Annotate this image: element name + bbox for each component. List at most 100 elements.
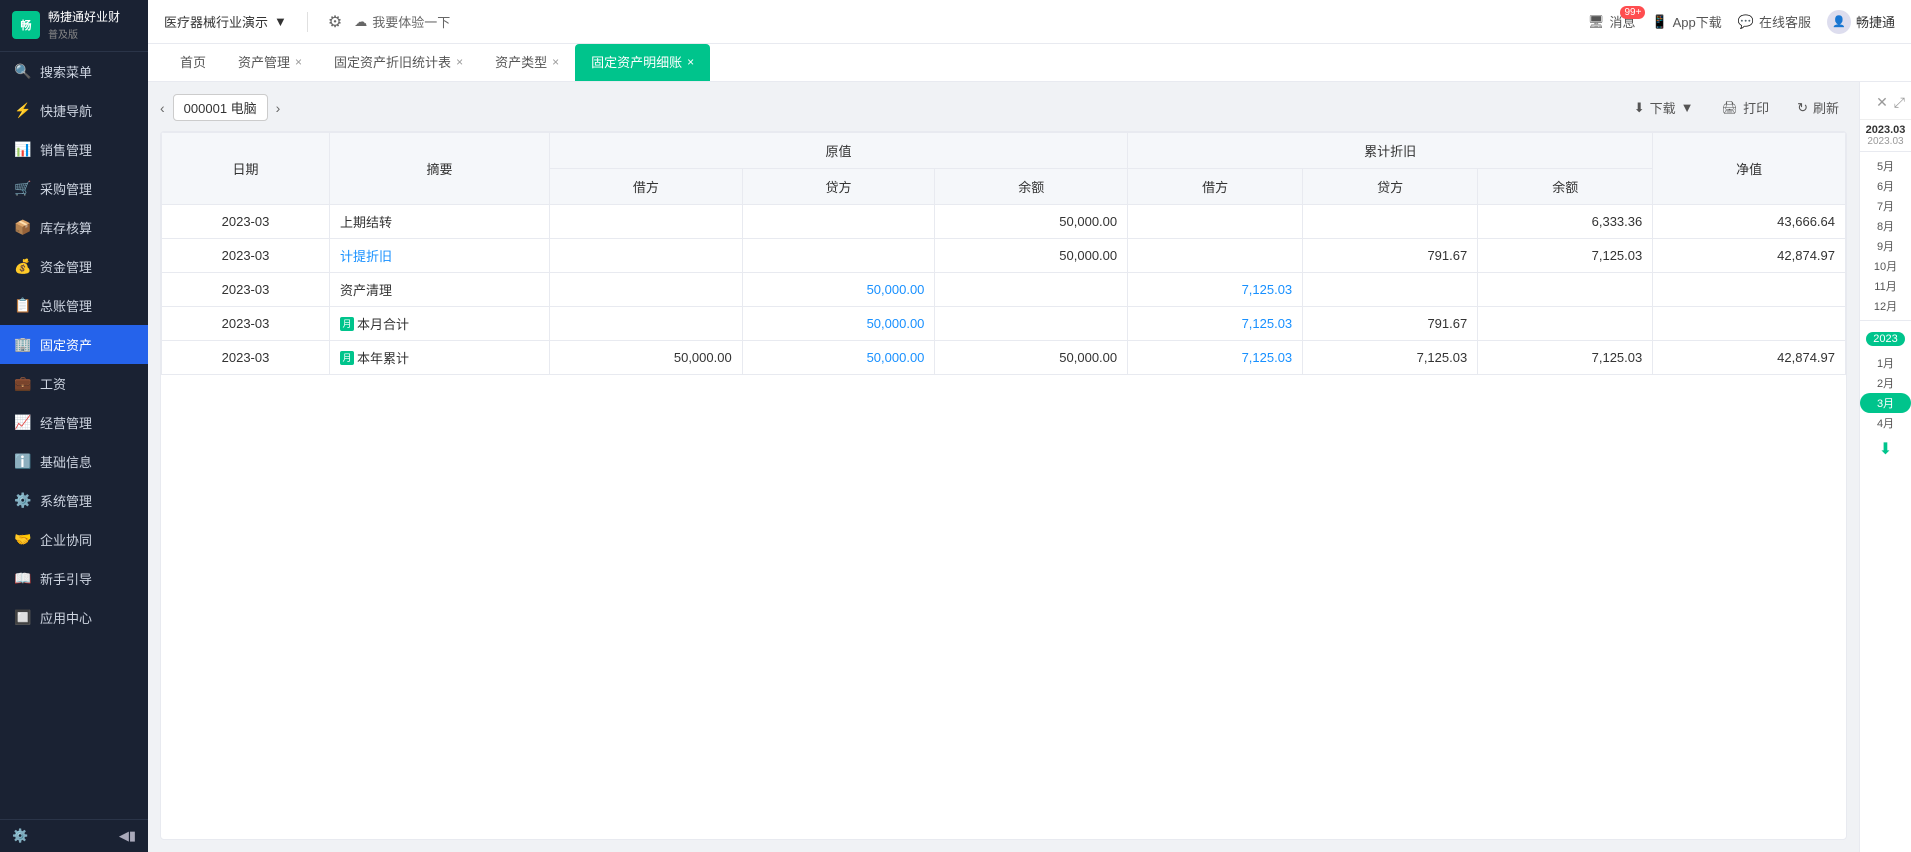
tab-depreciation[interactable]: 固定资产折旧统计表 × xyxy=(318,44,479,81)
data-table: 日期 摘要 原值 累计折旧 净值 借方 贷方 余额 借方 贷方 余额 xyxy=(161,132,1846,375)
main-content: ‹ 000001 电脑 › ⬇ 下载 ▼ 🖨 打印 ↻ xyxy=(148,82,1859,852)
table-cell: 43,666.64 xyxy=(1653,205,1846,239)
panel-expand-button[interactable]: ⤢ xyxy=(1894,94,1905,111)
tab-fixed-asset-detail-close[interactable]: × xyxy=(687,55,694,69)
rp-divider xyxy=(1860,320,1911,321)
sidebar-item-fixed-assets[interactable]: 🏢 固定资产 xyxy=(0,325,148,364)
sidebar-item-operations-label: 经营管理 xyxy=(40,413,92,432)
col-accum-balance: 余额 xyxy=(1478,169,1653,205)
print-label: 打印 xyxy=(1743,98,1769,117)
rp-month-7[interactable]: 7月 xyxy=(1860,196,1911,216)
rp-month-1[interactable]: 1月 xyxy=(1860,353,1911,373)
asset-next-button[interactable]: › xyxy=(276,100,281,116)
messages-button[interactable]: 🖥 消息 99+ xyxy=(1588,12,1636,31)
rp-month-4[interactable]: 4月 xyxy=(1860,413,1911,433)
col-accum-debit: 借方 xyxy=(1128,169,1303,205)
sidebar-item-guide[interactable]: 📖 新手引导 xyxy=(0,559,148,598)
col-net-value: 净值 xyxy=(1653,133,1846,205)
refresh-button[interactable]: ↻ 刷新 xyxy=(1789,94,1847,121)
panel-close-button[interactable]: ✕ xyxy=(1876,94,1888,111)
sidebar-item-inventory[interactable]: 📦 库存核算 xyxy=(0,208,148,247)
rp-month-11[interactable]: 11月 xyxy=(1860,276,1911,296)
sidebar-item-purchase[interactable]: 🛒 采购管理 xyxy=(0,169,148,208)
right-panel: ✕ ⤢ 2023.03 2023.03 5月 6月 7月 8月 9月 10月 1… xyxy=(1859,82,1911,852)
sidebar-item-ledger[interactable]: 📋 总账管理 xyxy=(0,286,148,325)
table-cell: 2023-03 xyxy=(162,273,330,307)
table-cell: 50,000.00 xyxy=(742,341,935,375)
sidebar-item-quick-nav-label: 快捷导航 xyxy=(40,101,92,120)
print-button[interactable]: 🖨 打印 xyxy=(1714,94,1778,121)
rp-year-badge[interactable]: 2023 xyxy=(1866,332,1904,346)
experience-button[interactable]: ☁ 我要体验一下 xyxy=(354,12,450,31)
sidebar-item-quick-nav[interactable]: ⚡ 快捷导航 xyxy=(0,91,148,130)
rp-month-8[interactable]: 8月 xyxy=(1860,216,1911,236)
operations-icon: 📈 xyxy=(14,413,32,431)
tab-fixed-asset-detail[interactable]: 固定资产明细账 × xyxy=(575,44,710,81)
tab-asset-type[interactable]: 资产类型 × xyxy=(479,44,575,81)
sidebar-item-finance[interactable]: 💰 资金管理 xyxy=(0,247,148,286)
col-summary: 摘要 xyxy=(329,133,549,205)
print-icon: 🖨 xyxy=(1722,100,1739,116)
rp-date-top1: 2023.03 xyxy=(1860,124,1911,136)
online-service-button[interactable]: 💬 在线客服 xyxy=(1738,12,1811,31)
sidebar-item-fixed-assets-label: 固定资产 xyxy=(40,335,92,354)
table-cell xyxy=(742,205,935,239)
table-cell: 50,000.00 xyxy=(935,239,1128,273)
tab-asset-type-label: 资产类型 xyxy=(495,52,547,71)
sidebar-item-search[interactable]: 🔍 搜索菜单 xyxy=(0,52,148,91)
tab-asset-mgmt-close[interactable]: × xyxy=(295,55,302,69)
sidebar-item-sales[interactable]: 📊 销售管理 xyxy=(0,130,148,169)
rp-down-arrow[interactable]: ⬇ xyxy=(1873,433,1898,465)
topbar: 医疗器械行业演示 ▼ ⚙ ☁ 我要体验一下 🖥 消息 99+ 📱 App下载 💬… xyxy=(148,0,1911,44)
rp-month-6[interactable]: 6月 xyxy=(1860,176,1911,196)
tab-home[interactable]: 首页 xyxy=(164,44,222,81)
settings-icon[interactable]: ⚙️ xyxy=(12,828,28,844)
experience-label: 我要体验一下 xyxy=(372,12,450,31)
rp-month-3[interactable]: 3月 xyxy=(1860,393,1911,413)
asset-prev-button[interactable]: ‹ xyxy=(160,100,165,116)
sidebar-item-operations[interactable]: 📈 经营管理 xyxy=(0,403,148,442)
rp-month-5[interactable]: 5月 xyxy=(1860,156,1911,176)
company-dropdown-icon: ▼ xyxy=(274,14,287,29)
rp-month-10[interactable]: 10月 xyxy=(1860,256,1911,276)
tab-depreciation-close[interactable]: × xyxy=(456,55,463,69)
download-label: 下载 xyxy=(1650,98,1676,117)
tab-asset-type-close[interactable]: × xyxy=(552,55,559,69)
tab-depreciation-label: 固定资产折旧统计表 xyxy=(334,52,451,71)
company-selector[interactable]: 医疗器械行业演示 ▼ xyxy=(164,12,287,31)
download-button[interactable]: ⬇ 下载 ▼ xyxy=(1626,94,1702,121)
table-cell: 2023-03 xyxy=(162,307,330,341)
sidebar-item-basic-info[interactable]: ℹ️ 基础信息 xyxy=(0,442,148,481)
rp-months-2023: 1月 2月 3月 4月 xyxy=(1860,353,1911,433)
sidebar-item-system[interactable]: ⚙️ 系统管理 xyxy=(0,481,148,520)
rp-month-12[interactable]: 12月 xyxy=(1860,296,1911,316)
rp-top-dates: 2023.03 2023.03 xyxy=(1860,120,1911,152)
table-cell xyxy=(1478,273,1653,307)
sidebar-item-enterprise[interactable]: 🤝 企业协同 xyxy=(0,520,148,559)
table-cell xyxy=(1303,273,1478,307)
table-cell: 7,125.03 xyxy=(1128,307,1303,341)
download-icon: ⬇ xyxy=(1634,100,1645,116)
table-cell: 42,874.97 xyxy=(1653,341,1846,375)
user-menu[interactable]: 👤 畅捷通 xyxy=(1827,10,1895,34)
rp-month-9[interactable]: 9月 xyxy=(1860,236,1911,256)
asset-code: 000001 电脑 xyxy=(173,94,268,121)
sidebar-item-app-center[interactable]: 🔲 应用中心 xyxy=(0,598,148,637)
col-orig-debit: 借方 xyxy=(549,169,742,205)
table-cell: 7,125.03 xyxy=(1128,341,1303,375)
sidebar-item-payroll[interactable]: 💼 工资 xyxy=(0,364,148,403)
app-download-button[interactable]: 📱 App下载 xyxy=(1651,12,1721,31)
col-date: 日期 xyxy=(162,133,330,205)
table-row: 2023-03上期结转50,000.006,333.3643,666.64 xyxy=(162,205,1846,239)
table-cell: 6,333.36 xyxy=(1478,205,1653,239)
table-cell: 791.67 xyxy=(1303,307,1478,341)
settings-button[interactable]: ⚙ xyxy=(328,12,342,32)
app-download-label: App下载 xyxy=(1673,12,1722,31)
tab-asset-mgmt[interactable]: 资产管理 × xyxy=(222,44,318,81)
sidebar-item-sales-label: 销售管理 xyxy=(40,140,92,159)
table-cell: 7,125.03 xyxy=(1128,273,1303,307)
table-cell xyxy=(1653,273,1846,307)
sidebar: 畅 畅捷通好业财 普及版 🔍 搜索菜单 ⚡ 快捷导航 📊 销售管理 🛒 采购管理… xyxy=(0,0,148,852)
collapse-icon[interactable]: ◀▮ xyxy=(119,828,136,844)
rp-month-2[interactable]: 2月 xyxy=(1860,373,1911,393)
